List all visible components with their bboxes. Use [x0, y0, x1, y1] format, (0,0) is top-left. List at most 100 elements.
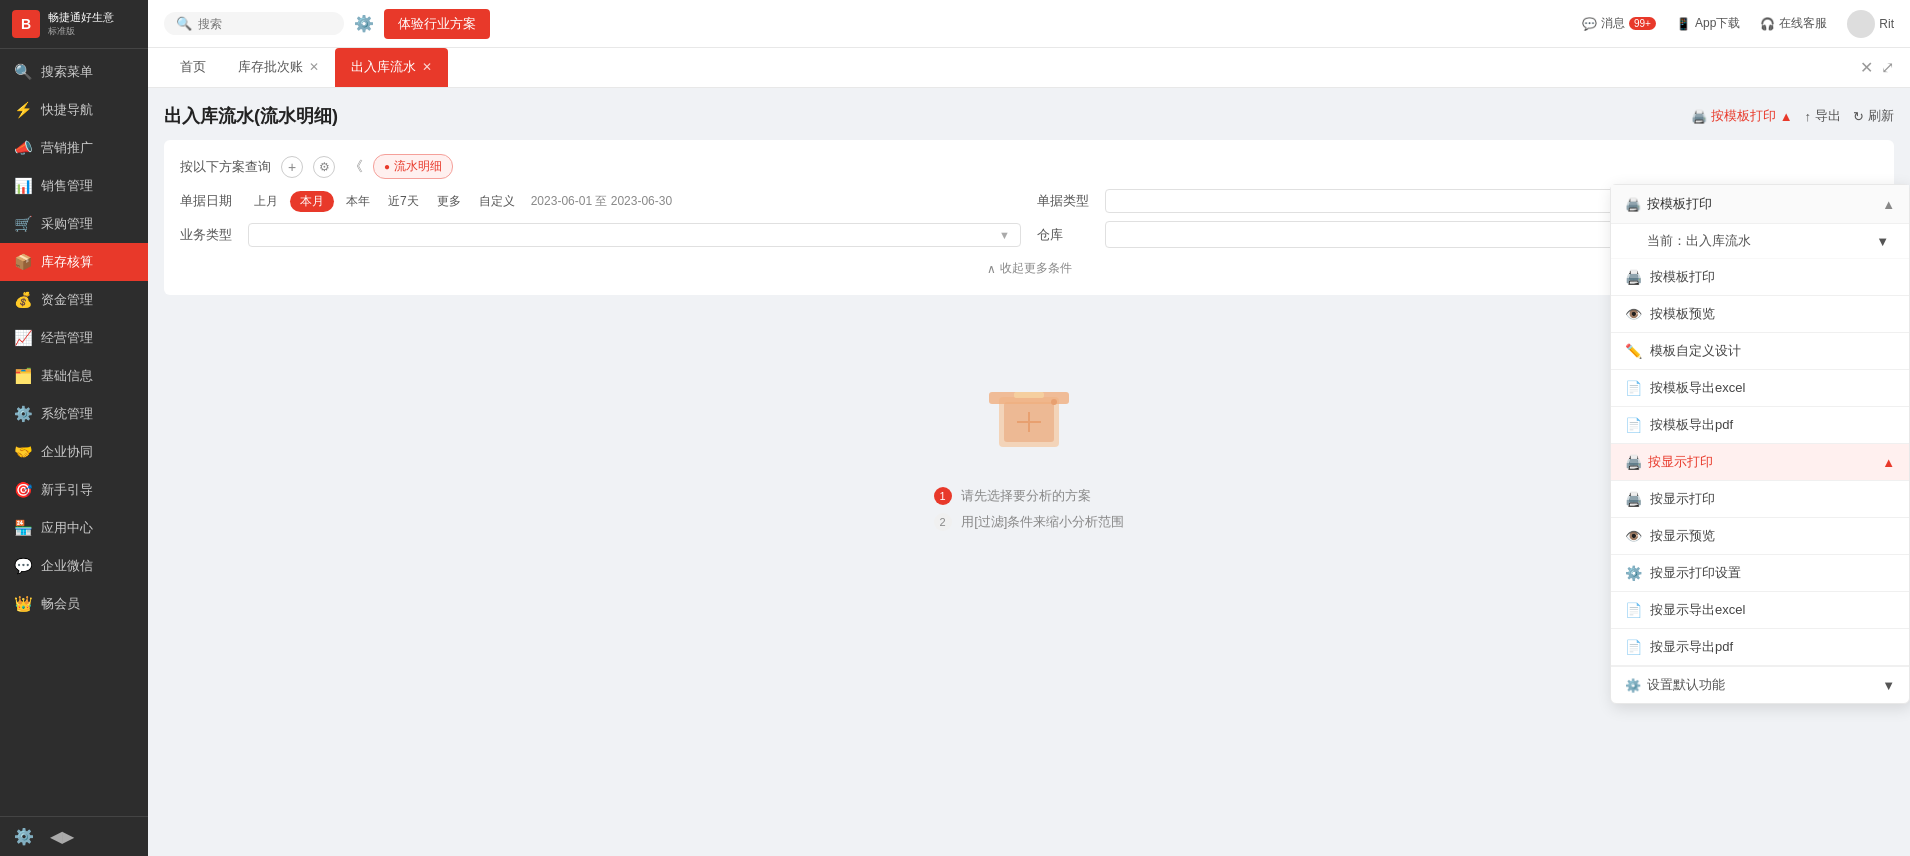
printer-icon: 🖨️ [1691, 109, 1707, 124]
dp-collapse-btn[interactable]: ▲ [1882, 197, 1895, 212]
dp-display-pdf-icon: 📄 [1625, 639, 1642, 655]
nav-label-corp: 企业协同 [41, 443, 93, 461]
dp-display-pdf[interactable]: 📄 按显示导出pdf [1611, 629, 1909, 666]
sidebar-item-system[interactable]: ⚙️ 系统管理 [0, 395, 148, 433]
nav-icon-search: 🔍 [14, 63, 33, 81]
messages-badge: 99+ [1629, 17, 1656, 30]
nav-label-member: 畅会员 [41, 595, 80, 613]
sidebar-item-marketing[interactable]: 📣 营销推广 [0, 129, 148, 167]
dp-display-pdf-label: 按显示导出pdf [1650, 638, 1733, 656]
sidebar-item-guide[interactable]: 🎯 新手引导 [0, 471, 148, 509]
dp-display-preview[interactable]: 👁️ 按显示预览 [1611, 518, 1909, 555]
page-content: 出入库流水(流水明细) 🖨️ 按模板打印 ▲ ↑ 导出 ↻ 刷新 [148, 88, 1910, 856]
dp-template-excel-label: 按模板导出excel [1650, 379, 1745, 397]
dp-template-preview-icon: 👁️ [1625, 306, 1642, 322]
dp-template-design[interactable]: ✏️ 模板自定义设计 [1611, 333, 1909, 370]
search-input[interactable] [198, 17, 318, 31]
tabbar: 首页 库存批次账 ✕ 出入库流水 ✕ ✕ ⤢ [148, 48, 1910, 88]
collapse-label: 收起更多条件 [1000, 260, 1072, 277]
date-btn-more[interactable]: 更多 [431, 191, 467, 212]
refresh-btn[interactable]: ↻ 刷新 [1853, 107, 1894, 125]
dp-display-excel[interactable]: 📄 按显示导出excel [1611, 592, 1909, 629]
filter-collapse-icon[interactable]: 《 [349, 158, 363, 176]
sidebar-item-basic[interactable]: 🗂️ 基础信息 [0, 357, 148, 395]
sidebar-item-finance[interactable]: 💰 资金管理 [0, 281, 148, 319]
nav-label-marketing: 营销推广 [41, 139, 93, 157]
sidebar-item-search[interactable]: 🔍 搜索菜单 [0, 53, 148, 91]
customer-service-btn[interactable]: 🎧 在线客服 [1760, 15, 1827, 32]
topbar-search-box[interactable]: 🔍 [164, 12, 344, 35]
print-dropdown-icon: ▲ [1780, 109, 1793, 124]
filter-add-btn[interactable]: + [281, 156, 303, 178]
nav-label-basic: 基础信息 [41, 367, 93, 385]
tag-dot-icon: ● [384, 161, 390, 172]
sidebar-item-sales[interactable]: 📊 销售管理 [0, 167, 148, 205]
date-btn-last-month[interactable]: 上月 [248, 191, 284, 212]
nav-icon-guide: 🎯 [14, 481, 33, 499]
dp-template-print-label: 按模板打印 [1650, 268, 1715, 286]
sidebar-item-wechat[interactable]: 💬 企业微信 [0, 547, 148, 585]
user-name: Rit [1879, 17, 1894, 31]
dp-header-title: 🖨️ 按模板打印 [1625, 195, 1712, 213]
tab-inout-flow[interactable]: 出入库流水 ✕ [335, 48, 448, 87]
sidebar-item-inventory[interactable]: 📦 库存核算 [0, 243, 148, 281]
sidebar-item-corp[interactable]: 🤝 企业协同 [0, 433, 148, 471]
date-btn-this-month[interactable]: 本月 [290, 191, 334, 212]
filter-tag[interactable]: ● 流水明细 [373, 154, 453, 179]
tab-home[interactable]: 首页 [164, 48, 222, 87]
tab-inout-close[interactable]: ✕ [422, 60, 432, 74]
dp-footer[interactable]: ⚙️ 设置默认功能 ▼ [1611, 666, 1909, 703]
app-download-btn[interactable]: 📱 App下载 [1676, 15, 1740, 32]
dp-current-item[interactable]: 当前：出入库流水 ▼ [1611, 224, 1909, 259]
tab-expand-icon[interactable]: ⤢ [1881, 58, 1894, 77]
nav-icon-finance: 💰 [14, 291, 33, 309]
dp-display-excel-label: 按显示导出excel [1650, 601, 1745, 619]
dp-display-section[interactable]: 🖨️ 按显示打印 ▲ [1611, 444, 1909, 481]
tab-batch-close[interactable]: ✕ [309, 60, 319, 74]
date-btn-this-year[interactable]: 本年 [340, 191, 376, 212]
tab-home-label: 首页 [180, 58, 206, 76]
dp-template-preview[interactable]: 👁️ 按模板预览 [1611, 296, 1909, 333]
settings-icon[interactable]: ⚙️ [14, 827, 34, 846]
dp-display-print-icon: 🖨️ [1625, 491, 1642, 507]
tab-close-all-icon[interactable]: ✕ [1860, 58, 1873, 77]
sidebar-item-member[interactable]: 👑 畅会员 [0, 585, 148, 623]
dp-display-print[interactable]: 🖨️ 按显示打印 [1611, 481, 1909, 518]
tab-batch-account[interactable]: 库存批次账 ✕ [222, 48, 335, 87]
nav-icon-marketing: 📣 [14, 139, 33, 157]
page-title: 出入库流水(流水明细) [164, 104, 338, 128]
collapse-sidebar-icon[interactable]: ◀▶ [50, 827, 74, 846]
search-icon: 🔍 [176, 16, 192, 31]
sidebar-item-appstore[interactable]: 🏪 应用中心 [0, 509, 148, 547]
sidebar-item-quicknav[interactable]: ⚡ 快捷导航 [0, 91, 148, 129]
sidebar-item-operation[interactable]: 📈 经营管理 [0, 319, 148, 357]
date-shortcuts: 上月 本月 本年 近7天 更多 自定义 2023-06-01 至 2023-06… [248, 191, 672, 212]
nav-label-quicknav: 快捷导航 [41, 101, 93, 119]
date-btn-custom[interactable]: 自定义 [473, 191, 521, 212]
date-btn-7days[interactable]: 近7天 [382, 191, 425, 212]
messages-btn[interactable]: 💬 消息 99+ [1582, 15, 1656, 32]
dp-template-print[interactable]: 🖨️ 按模板打印 [1611, 259, 1909, 296]
export-btn[interactable]: ↑ 导出 [1805, 107, 1842, 125]
topbar-gear-icon[interactable]: ⚙️ [354, 14, 374, 33]
dp-footer-label: 设置默认功能 [1647, 676, 1725, 694]
print-template-btn[interactable]: 🖨️ 按模板打印 ▲ [1691, 107, 1793, 125]
dp-footer-chevron: ▼ [1882, 678, 1895, 693]
sidebar-nav: 🔍 搜索菜单⚡ 快捷导航📣 营销推广📊 销售管理🛒 采购管理📦 库存核算💰 资金… [0, 49, 148, 816]
filter-settings-icon[interactable]: ⚙ [313, 156, 335, 178]
trial-btn[interactable]: 体验行业方案 [384, 9, 490, 39]
empty-icon [979, 367, 1079, 467]
dp-display-settings[interactable]: ⚙️ 按显示打印设置 [1611, 555, 1909, 592]
dp-template-pdf-icon: 📄 [1625, 417, 1642, 433]
date-field-label: 单据日期 [180, 192, 240, 210]
user-avatar[interactable]: Rit [1847, 10, 1894, 38]
dp-template-pdf[interactable]: 📄 按模板导出pdf [1611, 407, 1909, 444]
dp-display-print-label: 按显示打印 [1650, 490, 1715, 508]
dp-current-chevron: ▼ [1876, 234, 1889, 249]
hint-num-1: 1 [934, 487, 952, 505]
sidebar-item-purchase[interactable]: 🛒 采购管理 [0, 205, 148, 243]
business-type-select[interactable]: ▼ [248, 223, 1021, 247]
dp-template-excel[interactable]: 📄 按模板导出excel [1611, 370, 1909, 407]
topbar-right: 💬 消息 99+ 📱 App下载 🎧 在线客服 Rit [1582, 10, 1894, 38]
dp-footer-icon: ⚙️ [1625, 678, 1641, 693]
